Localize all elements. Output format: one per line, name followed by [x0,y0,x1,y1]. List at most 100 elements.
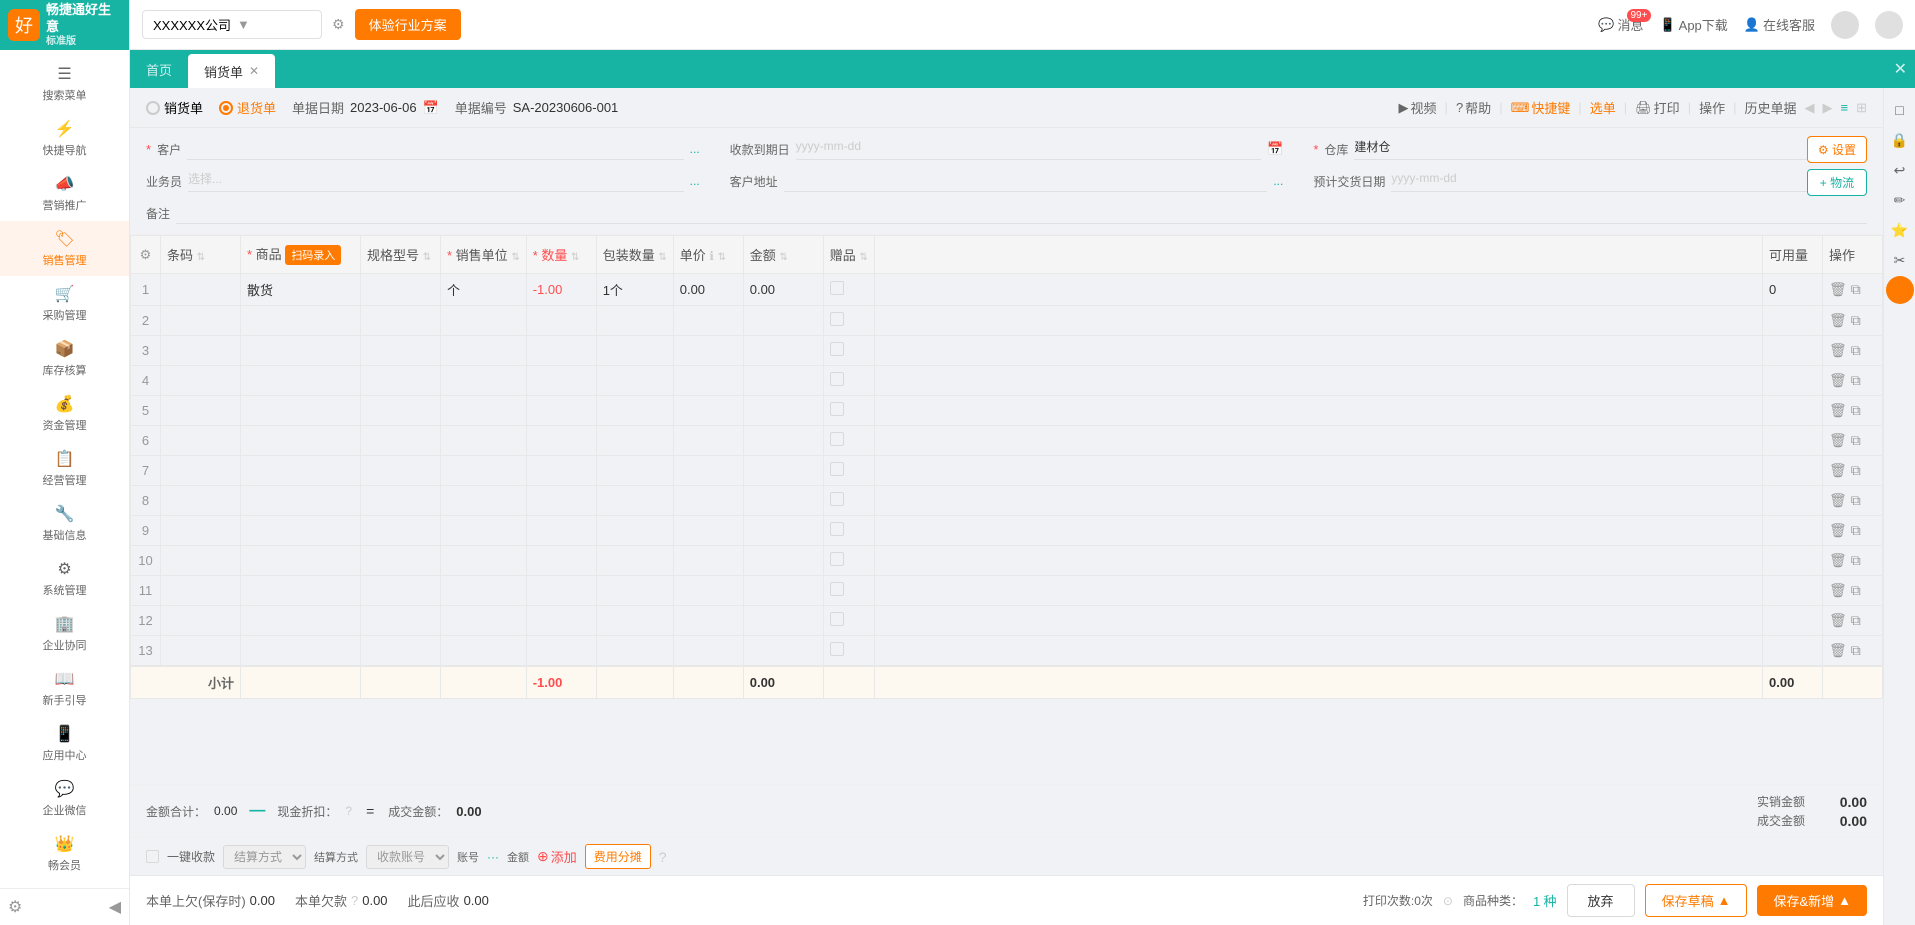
remark-input[interactable] [176,202,1867,224]
row-pkgqty-0[interactable]: 1个 [596,274,673,306]
save-draft-button[interactable]: 保存草稿 ▲ [1645,884,1748,917]
sidebar-item-3[interactable]: 🏷销售管理 [0,221,129,276]
gift-checkbox-1[interactable] [830,312,844,326]
row-delete-btn-11[interactable]: 🗑 [1829,612,1847,629]
cash-discount-info-icon[interactable]: ? [345,804,352,818]
customer-addr-input[interactable] [784,170,1268,192]
price-sort-icon[interactable]: ⇅ [718,252,726,263]
row-spec-3[interactable] [361,366,441,396]
row-amount-5[interactable] [743,426,823,456]
close-all-tabs-icon[interactable]: ✕ [1894,59,1907,79]
gift-checkbox-11[interactable] [830,612,844,626]
row-gift-5[interactable] [823,426,874,456]
receipt-calendar-icon[interactable]: 📅 [1267,141,1283,157]
right-btn-3[interactable]: ↩ [1886,156,1914,184]
grid-view-icon[interactable]: ⊞ [1856,100,1867,116]
row-product-12[interactable] [241,636,361,667]
row-gift-0[interactable] [823,274,874,306]
customer-dotted-btn[interactable]: ... [690,142,700,156]
row-unit-2[interactable] [441,336,527,366]
sidebar-item-5[interactable]: 📦库存核算 [0,331,129,386]
row-qty-12[interactable] [526,636,596,667]
spec-sort-icon[interactable]: ⇅ [423,252,431,263]
row-price-2[interactable] [673,336,743,366]
row-spec-6[interactable] [361,456,441,486]
row-pkgqty-11[interactable] [596,606,673,636]
row-delete-btn-7[interactable]: 🗑 [1829,492,1847,509]
row-spec-10[interactable] [361,576,441,606]
gift-checkbox-9[interactable] [830,552,844,566]
row-price-3[interactable] [673,366,743,396]
row-pkgqty-9[interactable] [596,546,673,576]
row-gift-11[interactable] [823,606,874,636]
sidebar-item-9[interactable]: ⚙系统管理 [0,551,129,606]
row-delete-btn-0[interactable]: 🗑 [1829,281,1847,298]
row-pkgqty-8[interactable] [596,516,673,546]
salesman-dotted-btn[interactable]: ... [690,174,700,188]
row-amount-10[interactable] [743,576,823,606]
save-new-button[interactable]: 保存&新增 ▲ [1757,885,1867,916]
sidebar-item-8[interactable]: 🔧基础信息 [0,496,129,551]
app-download-button[interactable]: 📱 App下载 [1659,15,1727,34]
delivery-date-input[interactable]: yyyy-mm-dd [1391,170,1844,192]
row-barcode-4[interactable] [161,396,241,426]
product-type-value[interactable]: 1 种 [1533,891,1557,910]
sidebar-item-6[interactable]: 💰资金管理 [0,386,129,441]
sidebar-item-14[interactable]: 👑畅会员 [0,826,129,881]
settings-button[interactable]: ⚙ 设置 [1807,136,1867,163]
row-amount-3[interactable] [743,366,823,396]
row-unit-11[interactable] [441,606,527,636]
short-help-icon[interactable]: ? [351,893,358,908]
trial-plan-button[interactable]: 体验行业方案 [355,9,461,40]
account-select[interactable]: 收款账号 [366,845,449,869]
shortcut-link[interactable]: ⌨ 快捷键 [1511,98,1571,117]
row-amount-8[interactable] [743,516,823,546]
right-btn-6[interactable]: ✂ [1886,246,1914,274]
row-amount-2[interactable] [743,336,823,366]
sidebar-item-10[interactable]: 🏢企业协同 [0,606,129,661]
row-price-9[interactable] [673,546,743,576]
sidebar-item-7[interactable]: 📋经营管理 [0,441,129,496]
fee-help-icon[interactable]: ? [659,849,667,865]
row-copy-btn-0[interactable]: ⧉ [1851,281,1861,298]
sidebar-item-11[interactable]: 📖新手引导 [0,661,129,716]
row-pkgqty-10[interactable] [596,576,673,606]
row-qty-10[interactable] [526,576,596,606]
row-unit-6[interactable] [441,456,527,486]
row-unit-4[interactable] [441,396,527,426]
row-delete-btn-4[interactable]: 🗑 [1829,402,1847,419]
fee-alloc-button[interactable]: 费用分摊 [585,844,651,869]
message-button[interactable]: 💬 消息 99+ [1598,15,1643,34]
row-delete-btn-8[interactable]: 🗑 [1829,522,1847,539]
sidebar-item-2[interactable]: 📣营销推广 [0,166,129,221]
gift-checkbox-8[interactable] [830,522,844,536]
row-copy-btn-9[interactable]: ⧉ [1851,552,1861,569]
row-price-12[interactable] [673,636,743,667]
row-copy-btn-4[interactable]: ⧉ [1851,402,1861,419]
unit-sort-icon[interactable]: ⇅ [511,252,519,263]
row-qty-11[interactable] [526,606,596,636]
row-pkgqty-12[interactable] [596,636,673,667]
row-gift-12[interactable] [823,636,874,667]
row-delete-btn-1[interactable]: 🗑 [1829,312,1847,329]
user-avatar[interactable] [1831,11,1859,39]
tab-close-icon[interactable]: ✕ [249,64,259,78]
price-info-icon[interactable]: ℹ [709,249,714,263]
row-gift-7[interactable] [823,486,874,516]
row-delete-btn-9[interactable]: 🗑 [1829,552,1847,569]
row-unit-0[interactable]: 个 [441,274,527,306]
row-spec-4[interactable] [361,396,441,426]
sidebar-settings-icon[interactable]: ⚙ [8,897,22,917]
row-barcode-9[interactable] [161,546,241,576]
row-gift-9[interactable] [823,546,874,576]
row-price-4[interactable] [673,396,743,426]
online-service-button[interactable]: 👤 在线客服 [1744,15,1815,34]
row-product-3[interactable] [241,366,361,396]
row-price-8[interactable] [673,516,743,546]
gift-checkbox-12[interactable] [830,642,844,656]
row-unit-5[interactable] [441,426,527,456]
gift-checkbox-10[interactable] [830,582,844,596]
row-pkgqty-2[interactable] [596,336,673,366]
qty-sort-icon[interactable]: ⇅ [571,252,579,263]
row-barcode-6[interactable] [161,456,241,486]
